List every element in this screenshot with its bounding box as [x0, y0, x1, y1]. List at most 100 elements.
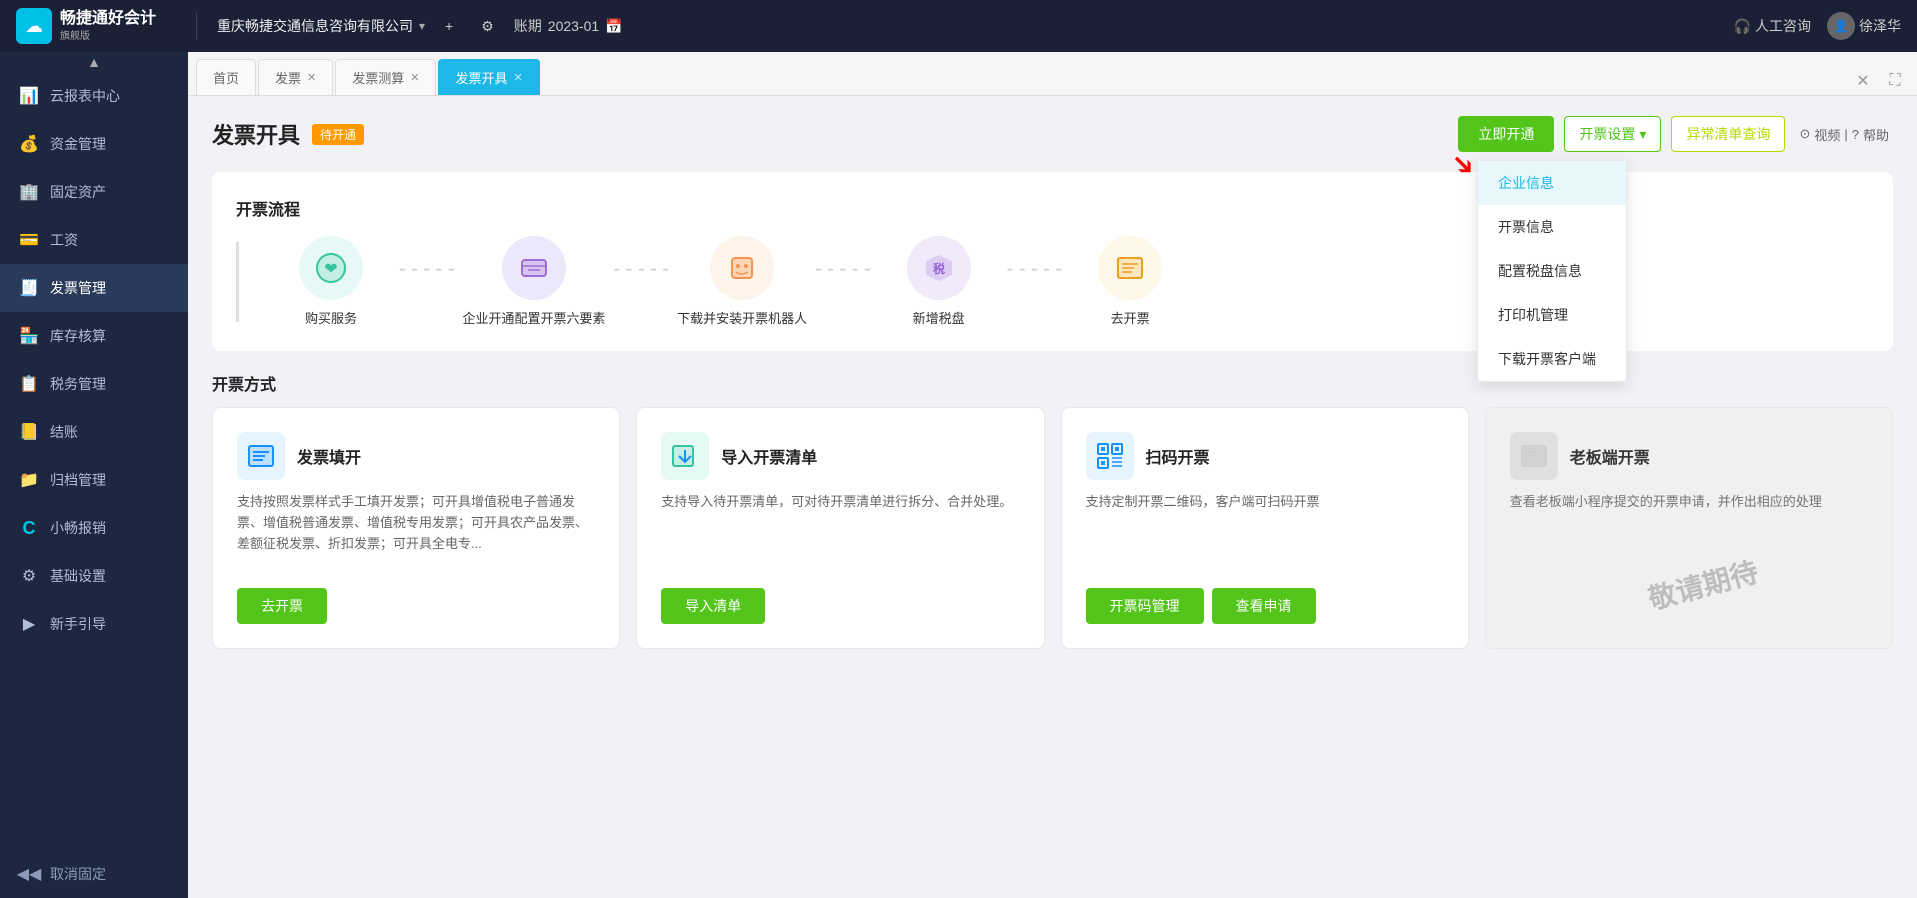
question-icon: ?: [1852, 127, 1859, 142]
view-apply-button[interactable]: 查看申请: [1212, 588, 1316, 624]
sidebar-label-guidang: 归档管理: [50, 470, 106, 490]
headset-icon: 🎧: [1734, 18, 1751, 35]
sidebar-label-gongzi: 工资: [50, 230, 78, 250]
close-icon[interactable]: ✕: [410, 71, 419, 84]
methods-title: 开票方式: [212, 371, 1893, 395]
calendar-icon[interactable]: 📅: [605, 18, 622, 35]
svg-text:税: 税: [933, 261, 945, 276]
process-label-4: 新增税盘: [913, 308, 965, 327]
sidebar-scroll-up[interactable]: ▲: [0, 52, 188, 72]
process-step-1: ❤ 购买服务: [271, 236, 391, 327]
fill-icon: [237, 432, 285, 480]
billing-card-boss-header: 老板端开票: [1510, 432, 1868, 480]
dropdown-item-invoice-info[interactable]: 开票信息: [1478, 205, 1626, 249]
dropdown-item-tax-config[interactable]: 配置税盘信息: [1478, 249, 1626, 293]
add-button[interactable]: +: [437, 14, 461, 38]
methods-section: 开票方式 发票填开 支持按照发票样式手工填开发票；可开具增值税电子普通发票、增值…: [212, 371, 1893, 649]
settings-dropdown-button[interactable]: 开票设置 ▾: [1564, 116, 1661, 152]
close-icon[interactable]: ✕: [307, 71, 316, 84]
billing-card-fill-header: 发票填开: [237, 432, 595, 480]
settings-dropdown-menu: 企业信息 开票信息 配置税盘信息 打印机管理 下载开票客户端: [1477, 160, 1627, 382]
dropdown-item-printer[interactable]: 打印机管理: [1478, 293, 1626, 337]
sidebar-item-guidang[interactable]: 📁 归档管理: [0, 456, 188, 504]
video-button[interactable]: ⊙ 视频 | ? 帮助: [1795, 118, 1893, 151]
sidebar-label-xiaochang: 小畅报销: [50, 518, 106, 538]
support-button[interactable]: 🎧 人工咨询: [1734, 16, 1811, 36]
chevron-down-icon: ▾: [419, 19, 425, 33]
sidebar-item-shuiwu[interactable]: 📋 税务管理: [0, 360, 188, 408]
activate-button[interactable]: 立即开通: [1458, 116, 1554, 152]
qrcode-manage-button[interactable]: 开票码管理: [1086, 588, 1204, 624]
billing-card-import-header: 导入开票清单: [661, 432, 1019, 480]
import-desc: 支持导入待开票清单，可对待开票清单进行拆分、合并处理。: [661, 492, 1019, 572]
user-button[interactable]: 👤 徐泽华: [1827, 12, 1901, 40]
fill-goto-button[interactable]: 去开票: [237, 588, 327, 624]
user-name: 徐泽华: [1859, 16, 1901, 36]
process-icon-4: 税: [907, 236, 971, 300]
import-icon: [661, 432, 709, 480]
process-label-3: 下载并安装开票机器人: [677, 308, 807, 327]
invoice-info-label: 开票信息: [1498, 219, 1554, 235]
tab-fapiao-kaiju[interactable]: 发票开具 ✕: [438, 59, 539, 95]
boss-icon: [1510, 432, 1558, 480]
app-container: ☁ 畅捷通好会计 旗舰版 重庆畅捷交通信息咨询有限公司 ▾ + ⚙ 账期 202…: [0, 0, 1917, 898]
sidebar-label-jiezhang: 结账: [50, 422, 78, 442]
tab-fapiao-cesuan[interactable]: 发票测算 ✕: [335, 59, 436, 95]
play-icon: ▶: [18, 613, 40, 635]
exception-list-button[interactable]: 异常清单查询: [1671, 116, 1785, 152]
page-content: 发票开具 待开通 立即开通 开票设置 ▾ 异常清单查询 ⊙ 视频 |: [188, 96, 1917, 898]
scan-icon: [1086, 432, 1134, 480]
status-badge: 待开通: [312, 124, 364, 145]
process-step-divider: [236, 242, 251, 322]
dropdown-item-company-info[interactable]: 企业信息: [1478, 161, 1626, 205]
sidebar-item-zijin[interactable]: 💰 资金管理: [0, 120, 188, 168]
sidebar-label-shuiwu: 税务管理: [50, 374, 106, 394]
receipt-icon: 🧾: [18, 277, 40, 299]
sidebar-label-fapiao: 发票管理: [50, 278, 106, 298]
process-icon-1: ❤: [299, 236, 363, 300]
sidebar-item-jichushezhi[interactable]: ⚙ 基础设置: [0, 552, 188, 600]
sidebar-item-guding[interactable]: 🏢 固定资产: [0, 168, 188, 216]
tab-bar: 首页 发票 ✕ 发票测算 ✕ 发票开具 ✕ ✕ ⛶: [188, 52, 1917, 96]
sidebar-item-xinshou[interactable]: ▶ 新手引导: [0, 600, 188, 648]
settings-button[interactable]: ⚙: [473, 14, 502, 39]
process-icon-5: [1098, 236, 1162, 300]
process-icon-2: [502, 236, 566, 300]
dropdown-item-download-client[interactable]: 下载开票客户端: [1478, 337, 1626, 381]
card-icon: 💳: [18, 229, 40, 251]
arrow-1: - - - - -: [399, 258, 455, 281]
printer-label: 打印机管理: [1498, 307, 1568, 323]
sidebar-item-xiaochang[interactable]: C 小畅报销: [0, 504, 188, 552]
scan-desc: 支持定制开票二维码，客户端可扫码开票: [1086, 492, 1444, 572]
sidebar-cancel-fixed[interactable]: ◀◀ 取消固定: [0, 850, 188, 898]
period-value: 2023-01: [548, 18, 599, 34]
sidebar-item-gongzi[interactable]: 💳 工资: [0, 216, 188, 264]
sidebar-item-jiezhang[interactable]: 📒 结账: [0, 408, 188, 456]
tab-fapiao[interactable]: 发票 ✕: [258, 59, 333, 95]
import-list-button[interactable]: 导入清单: [661, 588, 765, 624]
close-window-button[interactable]: ✕: [1849, 67, 1877, 95]
money-icon: 💰: [18, 133, 40, 155]
sidebar-label-yunbao: 云报表中心: [50, 86, 120, 106]
header-actions: 立即开通 开票设置 ▾ 异常清单查询 ⊙ 视频 | ? 帮助: [1458, 116, 1893, 152]
play-circle-icon: ⊙: [1799, 126, 1810, 142]
content-area: 首页 发票 ✕ 发票测算 ✕ 发票开具 ✕ ✕ ⛶: [188, 52, 1917, 898]
sidebar-label-zijin: 资金管理: [50, 134, 106, 154]
process-step-4: 税 新增税盘: [879, 236, 999, 327]
logo-title: 畅捷通好会计: [60, 10, 156, 28]
top-bar: ☁ 畅捷通好会计 旗舰版 重庆畅捷交通信息咨询有限公司 ▾ + ⚙ 账期 202…: [0, 0, 1917, 52]
maximize-window-button[interactable]: ⛶: [1881, 67, 1909, 95]
sidebar-item-kucun[interactable]: 🏪 库存核算: [0, 312, 188, 360]
tab-fapiao-label: 发票: [275, 68, 301, 87]
dropdown-arrow-icon: ▾: [1639, 126, 1646, 143]
support-label: 人工咨询: [1755, 16, 1811, 36]
tab-home[interactable]: 首页: [196, 59, 256, 95]
process-step-3: 下载并安装开票机器人: [677, 236, 807, 327]
billing-card-fill: 发票填开 支持按照发票样式手工填开发票；可开具增值税电子普通发票、增值税普通发票…: [212, 407, 620, 649]
billing-card-import: 导入开票清单 支持导入待开票清单，可对待开票清单进行拆分、合并处理。 导入清单: [636, 407, 1044, 649]
sidebar-item-fapiao[interactable]: 🧾 发票管理: [0, 264, 188, 312]
c-icon: C: [18, 517, 40, 539]
sidebar-item-yunbao[interactable]: 📊 云报表中心: [0, 72, 188, 120]
company-selector[interactable]: 重庆畅捷交通信息咨询有限公司 ▾: [217, 16, 425, 36]
close-icon[interactable]: ✕: [514, 71, 523, 84]
